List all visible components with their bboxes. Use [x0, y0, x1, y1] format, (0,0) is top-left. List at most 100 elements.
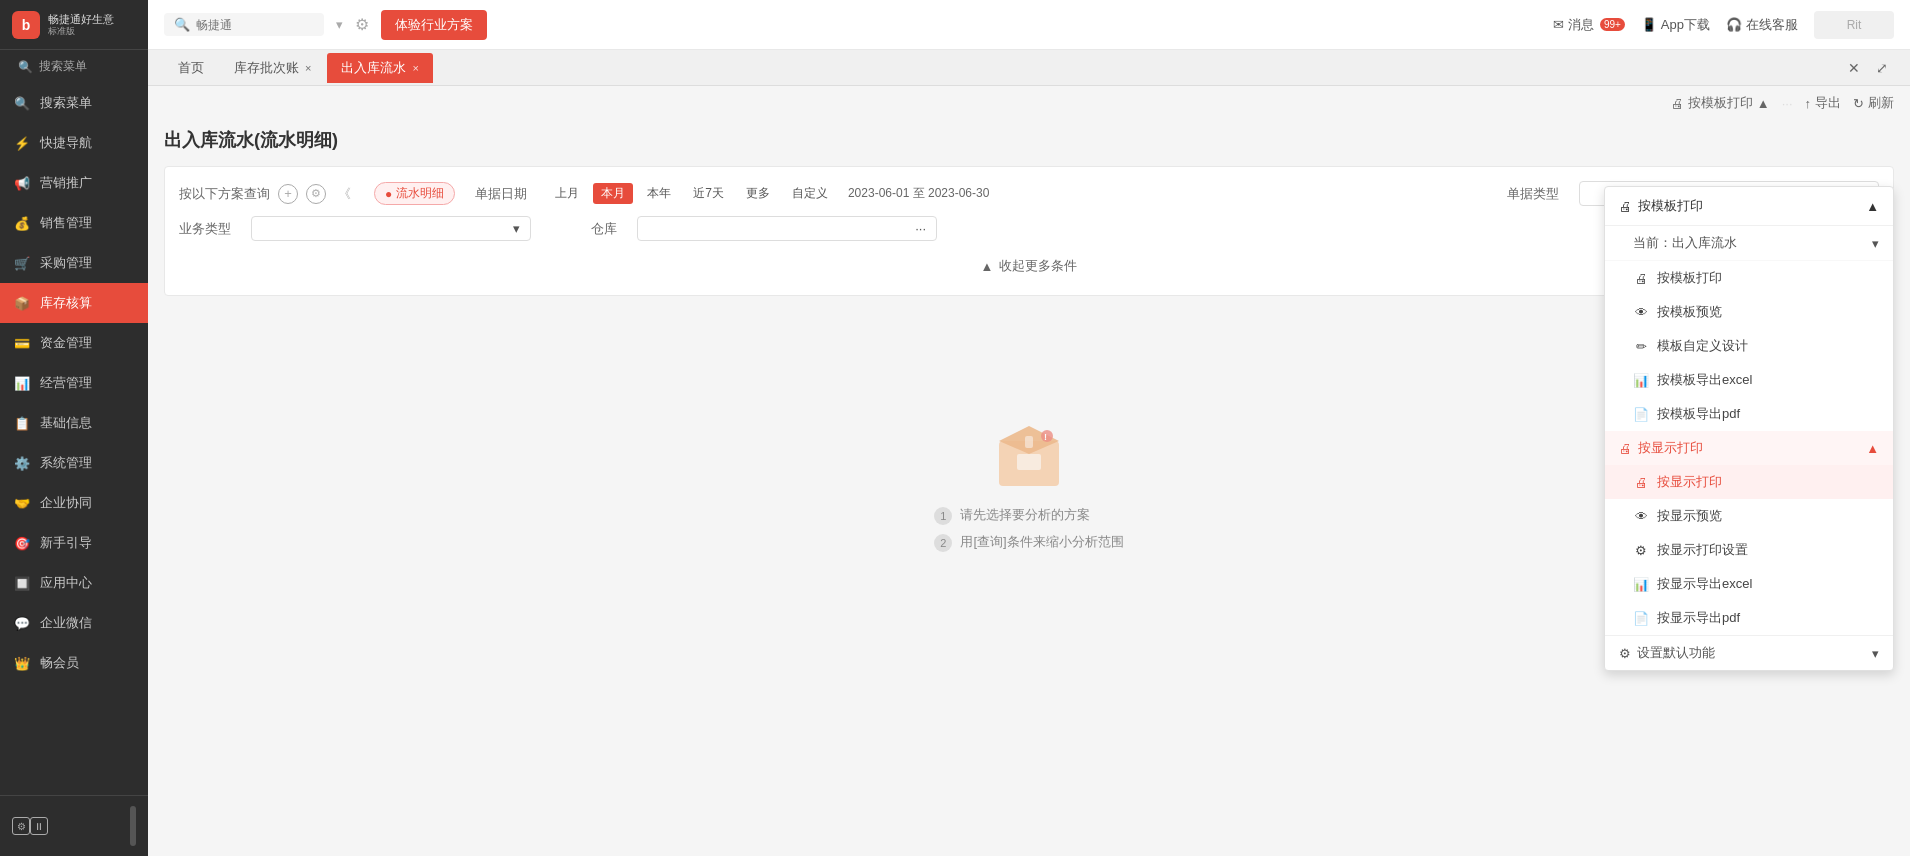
date-filter: 上月本月本年近7天更多自定义 2023-06-01 至 2023-06-30 [547, 183, 1487, 204]
date-tab-本年[interactable]: 本年 [639, 183, 679, 204]
tab-batch-account[interactable]: 库存批次账 × [220, 53, 325, 83]
topbar-gear-icon[interactable]: ⚙ [355, 15, 369, 34]
filter-collapse-btn[interactable]: 《 [334, 184, 354, 204]
sidebar-scrollbar[interactable] [130, 806, 136, 846]
phone-icon: 📱 [1641, 17, 1657, 32]
display-print-settings-icon: ⚙ [1633, 542, 1649, 558]
sidebar-item-app-center[interactable]: 🔲 应用中心 [0, 563, 148, 603]
sidebar-item-sales[interactable]: 💰 销售管理 [0, 203, 148, 243]
sidebar-search[interactable]: 🔍 搜索菜单 [0, 50, 148, 83]
sidebar-label-inventory: 库存核算 [40, 294, 92, 312]
window-close-btn[interactable]: ✕ [1842, 56, 1866, 80]
display-excel-icon: 📊 [1633, 576, 1649, 592]
dropdown-template-preview[interactable]: 👁 按模板预览 [1605, 295, 1893, 329]
date-tab-上月[interactable]: 上月 [547, 183, 587, 204]
sidebar-label-purchase: 采购管理 [40, 254, 92, 272]
warehouse-select[interactable]: ··· [637, 216, 937, 241]
sidebar-item-quick-nav[interactable]: ⚡ 快捷导航 [0, 123, 148, 163]
svg-rect-2 [1017, 454, 1041, 470]
tab-home[interactable]: 首页 [164, 53, 218, 83]
dropdown-section-arrow: ▲ [1866, 441, 1879, 456]
empty-step-2: 2 用[查询]条件来缩小分析范围 [934, 533, 1123, 552]
sidebar-label-system: 系统管理 [40, 454, 92, 472]
trial-btn[interactable]: 体验行业方案 [381, 10, 487, 40]
dropdown-template-print[interactable]: 🖨 按模板打印 [1605, 261, 1893, 295]
sidebar-label-guide: 新手引导 [40, 534, 92, 552]
dropdown-display-excel[interactable]: 📊 按显示导出excel [1605, 567, 1893, 601]
printer-icon: 🖨 [1671, 96, 1684, 111]
dropdown-template-pdf[interactable]: 📄 按模板导出pdf [1605, 397, 1893, 431]
sidebar-item-finance[interactable]: 💳 资金管理 [0, 323, 148, 363]
sidebar-item-inventory[interactable]: 📦 库存核算 [0, 283, 148, 323]
print-template-btn[interactable]: 🖨 按模板打印 ▲ [1671, 94, 1770, 112]
dropdown-display-print[interactable]: 🖨 按显示打印 [1605, 465, 1893, 499]
dropdown-footer-arrow: ▾ [1872, 646, 1879, 661]
date-tab-本月[interactable]: 本月 [593, 183, 633, 204]
sidebar-item-wechat[interactable]: 💬 企业微信 [0, 603, 148, 643]
message-btn[interactable]: ✉ 消息 99+ [1553, 16, 1625, 34]
topbar-search-box[interactable]: 🔍 [164, 13, 324, 36]
sidebar-collapse-btn[interactable]: ⏸ [30, 817, 48, 835]
tab-flow-close[interactable]: × [412, 62, 418, 74]
template-custom-icon: ✏ [1633, 338, 1649, 354]
biz-type-select[interactable]: ▾ [251, 216, 531, 241]
sidebar-item-base[interactable]: 📋 基础信息 [0, 403, 148, 443]
sidebar-settings-btn[interactable]: ⚙ [12, 817, 30, 835]
empty-steps: 1 请先选择要分析的方案 2 用[查询]条件来缩小分析范围 [934, 506, 1123, 552]
search-icon: 🔍 [12, 93, 32, 113]
tab-flow[interactable]: 出入库流水 × [327, 53, 432, 83]
dropdown-display-section-icon: 🖨 [1619, 441, 1632, 456]
dropdown-header: 🖨 按模板打印 ▲ [1605, 187, 1893, 226]
app-center-icon: 🔲 [12, 573, 32, 593]
sidebar-item-operations[interactable]: 📊 经营管理 [0, 363, 148, 403]
dropdown-settings-icon: ⚙ [1619, 646, 1631, 661]
user-avatar[interactable]: Rit [1814, 11, 1894, 39]
date-tab-更多[interactable]: 更多 [738, 183, 778, 204]
app-download-btn[interactable]: 📱 App下载 [1641, 16, 1710, 34]
template-print-icon: 🖨 [1633, 270, 1649, 286]
window-maximize-btn[interactable]: ⤢ [1870, 56, 1894, 80]
dropdown-display-preview[interactable]: 👁 按显示预览 [1605, 499, 1893, 533]
dropdown-display-pdf[interactable]: 📄 按显示导出pdf [1605, 601, 1893, 635]
search-icon: 🔍 [18, 60, 33, 74]
sidebar-item-purchase[interactable]: 🛒 采购管理 [0, 243, 148, 283]
dropdown-template-custom[interactable]: ✏ 模板自定义设计 [1605, 329, 1893, 363]
export-btn[interactable]: ↑ 导出 [1805, 94, 1842, 112]
sidebar-item-marketing[interactable]: 📢 营销推广 [0, 163, 148, 203]
display-print-icon: 🖨 [1633, 474, 1649, 490]
template-pdf-icon: 📄 [1633, 406, 1649, 422]
dropdown-current-arrow: ▾ [1872, 236, 1879, 251]
top-action-bar: 🖨 按模板打印 ▲ ··· ↑ 导出 ↻ 刷新 [148, 86, 1910, 112]
filter-add-btn[interactable]: + [278, 184, 298, 204]
wechat-icon: 💬 [12, 613, 32, 633]
refresh-btn[interactable]: ↻ 刷新 [1853, 94, 1894, 112]
dropdown-template-excel[interactable]: 📊 按模板导出excel [1605, 363, 1893, 397]
sidebar-item-guide[interactable]: 🎯 新手引导 [0, 523, 148, 563]
date-tab-近7天[interactable]: 近7天 [685, 183, 732, 204]
topbar-chevron-icon[interactable]: ▾ [336, 17, 343, 32]
topbar-right: ✉ 消息 99+ 📱 App下载 🎧 在线客服 Rit [1553, 11, 1894, 39]
sidebar-item-search[interactable]: 🔍 搜索菜单 [0, 83, 148, 123]
dropdown-collapse-icon[interactable]: ▲ [1866, 199, 1879, 214]
sidebar-item-corp[interactable]: 🤝 企业协同 [0, 483, 148, 523]
dropdown-display-print-settings[interactable]: ⚙ 按显示打印设置 [1605, 533, 1893, 567]
display-pdf-icon: 📄 [1633, 610, 1649, 626]
finance-icon: 💳 [12, 333, 32, 353]
active-filter-tag[interactable]: ● 流水明细 [374, 182, 455, 205]
dropdown-footer[interactable]: ⚙ 设置默认功能 ▾ [1605, 635, 1893, 670]
svg-point-4 [1041, 430, 1053, 442]
refresh-icon: ↻ [1853, 96, 1864, 111]
member-icon: 👑 [12, 653, 32, 673]
filter-set-btn[interactable]: ⚙ [306, 184, 326, 204]
dropdown-display-section[interactable]: 🖨 按显示打印 ▲ [1605, 431, 1893, 465]
sidebar-item-member[interactable]: 👑 畅会员 [0, 643, 148, 683]
topbar-search-input[interactable] [196, 18, 314, 32]
svg-rect-3 [1025, 436, 1033, 448]
logo-area: b 畅捷通好生意 标准版 [0, 0, 148, 50]
system-icon: ⚙️ [12, 453, 32, 473]
dropdown-current-item[interactable]: 当前：出入库流水 ▾ [1605, 226, 1893, 261]
tab-batch-account-close[interactable]: × [305, 62, 311, 74]
online-service-btn[interactable]: 🎧 在线客服 [1726, 16, 1798, 34]
date-tab-自定义[interactable]: 自定义 [784, 183, 836, 204]
sidebar-item-system[interactable]: ⚙️ 系统管理 [0, 443, 148, 483]
